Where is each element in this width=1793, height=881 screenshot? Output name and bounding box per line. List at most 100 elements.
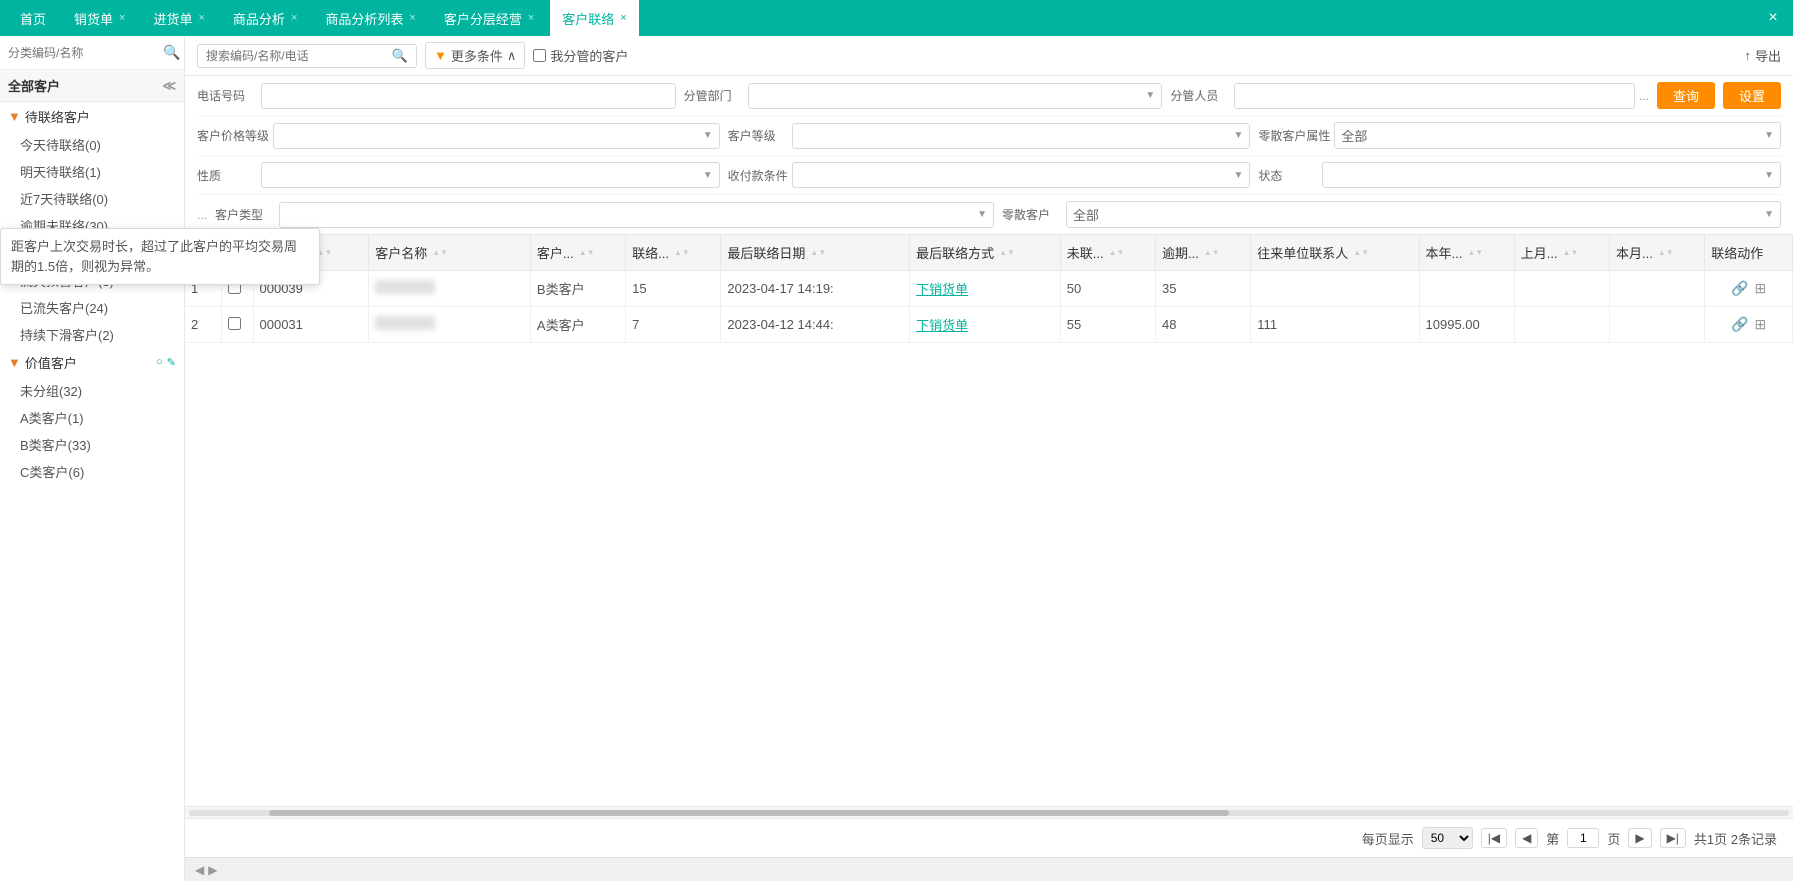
nav-analysis-list[interactable]: 商品分析列表× — [313, 0, 427, 36]
status-select[interactable]: ▼ — [1322, 162, 1781, 188]
sidebar-search-input[interactable] — [8, 46, 163, 60]
prev-page-button[interactable]: ◀ — [1515, 828, 1538, 848]
nav-analysis-close[interactable]: × — [291, 12, 297, 24]
sidebar-item-tomorrow[interactable]: 明天待联络(1) — [0, 158, 184, 185]
th-this-year[interactable]: 本年... ▲▼ — [1419, 235, 1514, 271]
scroll-track[interactable] — [189, 810, 1789, 816]
dept-select[interactable]: ▼ — [748, 83, 1163, 109]
next-page-button[interactable]: ▶ — [1628, 828, 1651, 848]
customer-level-select[interactable]: ▼ — [792, 123, 1251, 149]
nav-customer-contact[interactable]: 客户联络× — [550, 0, 638, 36]
row2-qr-icon[interactable]: ⊞ — [1755, 316, 1767, 333]
row1-link-icon[interactable]: 🔗 — [1731, 280, 1748, 297]
export-button[interactable]: ↑ 导出 — [1744, 46, 1781, 65]
filter-phone: 电话号码 — [197, 83, 676, 109]
horizontal-scrollbar[interactable] — [185, 806, 1793, 818]
search-icon[interactable]: 🔍 — [392, 48, 408, 64]
row1-qr-icon[interactable]: ⊞ — [1755, 280, 1767, 297]
retail-attr-select[interactable]: 全部 ▼ — [1334, 122, 1781, 149]
page-input[interactable] — [1567, 828, 1599, 848]
sidebar-item-ungroup[interactable]: 未分组(32) — [0, 377, 184, 404]
nav-customer-segmentation[interactable]: 客户分层经营× — [432, 0, 546, 36]
sort-thismonth-icon[interactable]: ▲▼ — [1658, 248, 1674, 257]
bottom-bar-left-arrow[interactable]: ◀ — [195, 863, 204, 877]
row2-link-icon[interactable]: 🔗 — [1731, 316, 1748, 333]
sidebar-item-c-class[interactable]: C类客户(6) — [0, 458, 184, 485]
nav-contact-close[interactable]: × — [620, 12, 626, 24]
window-close-button[interactable]: × — [1761, 6, 1785, 30]
sort-type-icon[interactable]: ▲▼ — [579, 248, 595, 257]
nav-sales-close[interactable]: × — [119, 12, 125, 24]
sidebar-item-a-class[interactable]: A类客户(1) — [0, 404, 184, 431]
sort-method-icon[interactable]: ▲▼ — [999, 248, 1015, 257]
sidebar-item-declining[interactable]: 持续下滑客户(2) — [0, 321, 184, 348]
sidebar-all-customers-header[interactable]: 全部客户 ≪ — [0, 70, 184, 102]
per-page-select[interactable]: 50 20 100 — [1422, 827, 1473, 849]
nav-sales[interactable]: 销货单× — [62, 0, 137, 36]
settings-button[interactable]: 设置 — [1723, 82, 1781, 109]
my-customers-checkbox-label[interactable]: 我分管的客户 — [533, 46, 628, 65]
td-type-2: A类客户 — [530, 307, 625, 343]
filter-section: 电话号码 分管部门 ▼ 分管人员 ... 查询 设置 — [185, 76, 1793, 235]
th-contacts[interactable]: 往来单位联系人 ▲▼ — [1251, 235, 1419, 271]
sidebar-search-icon[interactable]: 🔍 — [163, 44, 180, 61]
sort-contact-icon[interactable]: ▲▼ — [674, 248, 690, 257]
th-last-month[interactable]: 上月... ▲▼ — [1514, 235, 1609, 271]
person-more-icon[interactable]: ... — [1639, 89, 1649, 103]
td-overdue-1: 35 — [1156, 271, 1251, 307]
sidebar-value-group[interactable]: ▼ 价值客户 ○ ✎ — [0, 348, 184, 377]
nav-analysis-list-close[interactable]: × — [409, 12, 415, 24]
filter-price-level: 客户价格等级 ▼ — [197, 123, 720, 149]
gender-select[interactable]: ▼ — [261, 162, 720, 188]
sort-overdue-icon[interactable]: ▲▼ — [1204, 248, 1220, 257]
sidebar-edit-icon[interactable]: ✎ — [167, 356, 176, 369]
th-no-contact[interactable]: 未联... ▲▼ — [1060, 235, 1155, 271]
sidebar-item-lost[interactable]: 已流失客户(24) — [0, 294, 184, 321]
last-page-button[interactable]: ▶| — [1660, 828, 1686, 848]
phone-input[interactable] — [261, 83, 676, 109]
scroll-thumb[interactable] — [269, 810, 1229, 816]
retail-select[interactable]: 全部 ▼ — [1066, 201, 1781, 228]
bottom-bar-right-arrow[interactable]: ▶ — [208, 863, 217, 877]
th-last-contact-date[interactable]: 最后联络日期 ▲▼ — [721, 235, 910, 271]
th-last-contact-method[interactable]: 最后联络方式 ▲▼ — [910, 235, 1061, 271]
search-input[interactable] — [206, 49, 392, 63]
sort-date-icon[interactable]: ▲▼ — [810, 248, 826, 257]
th-name[interactable]: 客户名称 ▲▼ — [369, 235, 531, 271]
last-method-link-2[interactable]: 下销货单 — [916, 318, 968, 333]
nav-segmentation-close[interactable]: × — [528, 12, 534, 24]
nav-analysis[interactable]: 商品分析× — [221, 0, 309, 36]
row2-checkbox[interactable] — [228, 317, 241, 330]
sort-nocontact-icon[interactable]: ▲▼ — [1109, 248, 1125, 257]
sidebar-item-b-class[interactable]: B类客户(33) — [0, 431, 184, 458]
sort-contacts-icon[interactable]: ▲▼ — [1353, 248, 1369, 257]
th-customer-type[interactable]: 客户... ▲▼ — [530, 235, 625, 271]
th-contact-count[interactable]: 联络... ▲▼ — [626, 235, 721, 271]
last-method-link-1[interactable]: 下销货单 — [916, 282, 968, 297]
th-this-month[interactable]: 本月... ▲▼ — [1610, 235, 1705, 271]
nav-purchase[interactable]: 进货单× — [141, 0, 216, 36]
sort-lastmonth-icon[interactable]: ▲▼ — [1563, 248, 1579, 257]
nav-home[interactable]: 首页 — [8, 0, 58, 36]
query-button[interactable]: 查询 — [1657, 82, 1715, 109]
sort-year-icon[interactable]: ▲▼ — [1467, 248, 1483, 257]
price-level-select[interactable]: ▼ — [273, 123, 720, 149]
sidebar-item-today[interactable]: 今天待联络(0) — [0, 131, 184, 158]
sort-name-icon[interactable]: ▲▼ — [432, 248, 448, 257]
sidebar-refresh-icon[interactable]: ○ — [156, 356, 163, 369]
filter-dept: 分管部门 ▼ — [684, 83, 1163, 109]
sidebar-collapse-icon[interactable]: ≪ — [162, 78, 176, 94]
customer-type-select[interactable]: ▼ — [279, 202, 994, 228]
payment-select[interactable]: ▼ — [792, 162, 1251, 188]
more-conditions-button[interactable]: ▼ 更多条件 ∧ — [425, 42, 525, 69]
nav-purchase-close[interactable]: × — [198, 12, 204, 24]
my-customers-checkbox[interactable] — [533, 49, 546, 62]
filter-more-dots[interactable]: ... — [197, 208, 207, 222]
person-input[interactable] — [1234, 83, 1635, 109]
th-overdue[interactable]: 逾期... ▲▼ — [1156, 235, 1251, 271]
sidebar-pending-group[interactable]: ▼ 待联络客户 — [0, 102, 184, 131]
first-page-button[interactable]: |◀ — [1481, 828, 1507, 848]
table-header-row: ⚙ 客户编码 ▲▼ 客户名称 — [185, 235, 1793, 271]
status-arrow: ▼ — [1764, 170, 1774, 181]
sidebar-item-7days[interactable]: 近7天待联络(0) — [0, 185, 184, 212]
